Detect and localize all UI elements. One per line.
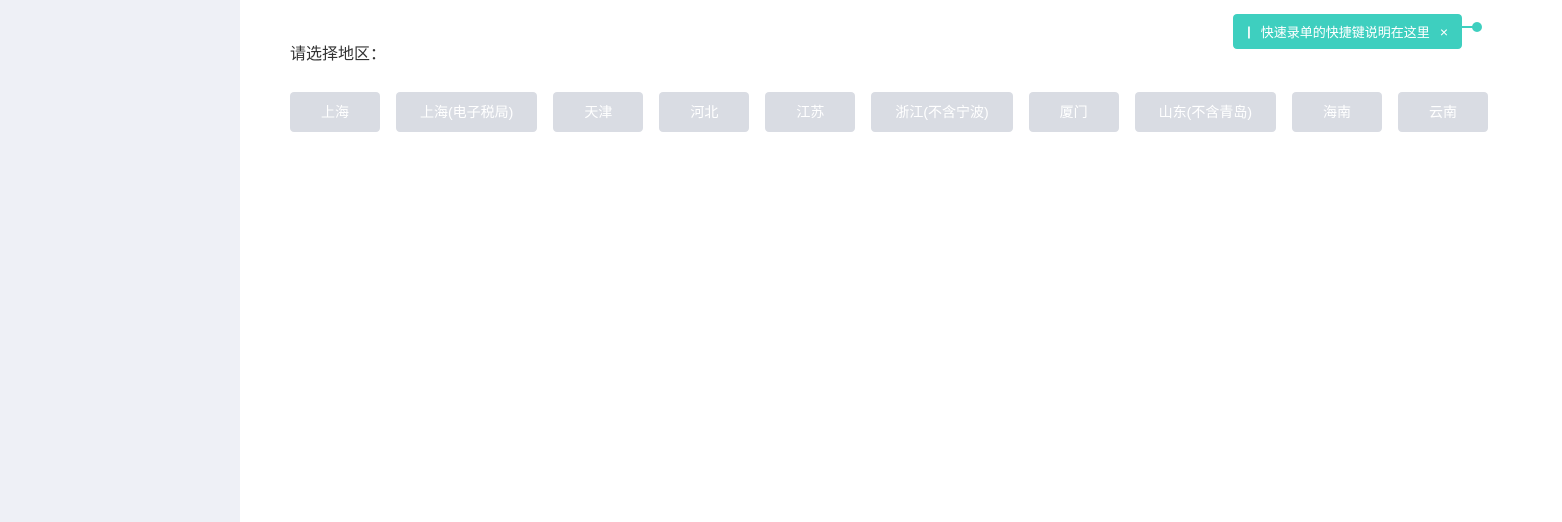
tooltip-text: 快速录单的快捷键说明在这里 — [1261, 22, 1430, 41]
region-button[interactable]: 云南 — [1398, 92, 1488, 132]
main-content: 请选择地区： 上海上海(电子税局)天津河北江苏浙江(不含宁波)厦门山东(不含青岛… — [240, 0, 1562, 522]
region-button[interactable]: 河北 — [659, 92, 749, 132]
tooltip-connector-dot — [1472, 22, 1482, 32]
region-button[interactable]: 海南 — [1292, 92, 1382, 132]
tooltip-close-button[interactable]: × — [1440, 25, 1448, 39]
region-button[interactable]: 上海(电子税局) — [396, 92, 537, 132]
region-button[interactable]: 浙江(不含宁波) — [871, 92, 1012, 132]
region-button[interactable]: 厦门 — [1029, 92, 1119, 132]
region-button[interactable]: 江苏 — [765, 92, 855, 132]
region-button[interactable]: 天津 — [553, 92, 643, 132]
tooltip-banner: 快速录单的快捷键说明在这里 × — [1233, 14, 1462, 49]
region-button[interactable]: 上海 — [290, 92, 380, 132]
sidebar — [0, 0, 240, 522]
region-buttons: 上海上海(电子税局) 天津河北江苏浙江(不含宁波) 厦门山东(不含青岛) 海南云南 — [290, 92, 1512, 132]
region-button[interactable]: 山东(不含青岛) — [1135, 92, 1276, 132]
